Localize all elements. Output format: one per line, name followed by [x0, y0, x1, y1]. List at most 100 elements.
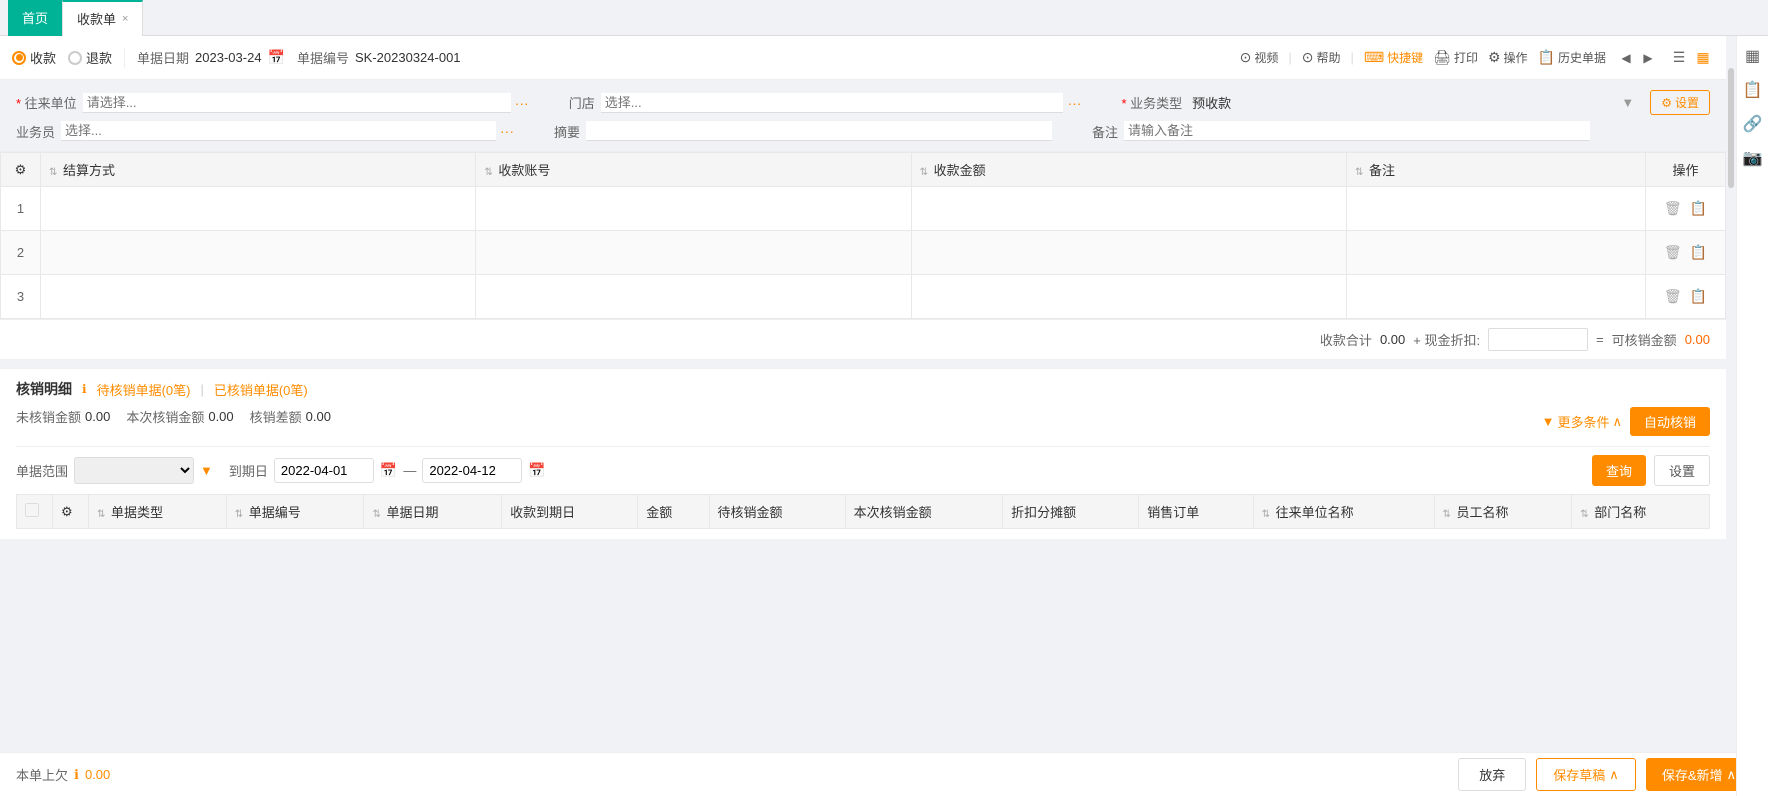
th-detail-settings[interactable]: ⚙: [53, 495, 89, 529]
calendar-icon[interactable]: 📅: [268, 49, 285, 66]
next-arrow[interactable]: ▶: [1638, 48, 1658, 68]
partner-field: 往来单位 ···: [16, 93, 529, 113]
summary-input[interactable]: [586, 121, 1052, 141]
detail-settings-icon[interactable]: ⚙: [61, 504, 73, 519]
tab-home[interactable]: 首页: [8, 0, 62, 36]
query-btn[interactable]: 查询: [1592, 455, 1646, 486]
tab-sep: |: [200, 382, 203, 397]
sidebar-doc-icon[interactable]: 📋: [1743, 80, 1763, 100]
copy-icon-1[interactable]: 📋: [1690, 200, 1707, 217]
staff-input[interactable]: [61, 121, 496, 141]
range-chevron[interactable]: ▼: [200, 463, 213, 478]
date-from-input[interactable]: [274, 458, 374, 483]
th-discount-share: 折扣分摊额: [1003, 495, 1139, 529]
ops-btn[interactable]: ⚙ 操作: [1488, 49, 1528, 66]
settlement-cell-3[interactable]: [41, 275, 476, 319]
remark-cell-2[interactable]: [1346, 231, 1645, 275]
unchecked-stat: 未核销金额 0.00: [16, 407, 110, 426]
discount-input[interactable]: [1488, 328, 1588, 351]
verify-info-icon[interactable]: ℹ: [82, 382, 87, 396]
row-num-2: 2: [1, 231, 41, 275]
amount-header: 收款金额: [934, 163, 986, 178]
scrollbar-thumb[interactable]: [1728, 68, 1734, 188]
summary-field: 摘要: [554, 121, 1052, 141]
bottom-info-icon[interactable]: ℹ: [74, 767, 79, 783]
form-settings-btn[interactable]: ⚙ 设置: [1650, 90, 1710, 115]
copy-icon-3[interactable]: 📋: [1690, 288, 1707, 305]
amount-cell-2[interactable]: [911, 231, 1346, 275]
done-tab[interactable]: 已核销单据(0笔): [214, 380, 308, 399]
pending-tab[interactable]: 待核销单据(0笔): [97, 380, 191, 399]
print-icon: 🖨: [1433, 49, 1451, 66]
auto-verify-btn[interactable]: 自动核销: [1630, 407, 1710, 436]
verify-settings-btn[interactable]: 设置: [1654, 455, 1710, 486]
shortcut-btn[interactable]: ⌨ 快捷键: [1364, 49, 1423, 66]
receipt-radio[interactable]: 收款: [12, 48, 56, 67]
biz-type-chevron[interactable]: ▼: [1621, 95, 1634, 110]
toolbar: 收款 退款 单据日期 2023-03-24 📅 单据编号 SK-20230324…: [0, 36, 1726, 80]
pending-tab-label: 待核销单据(0笔): [97, 383, 191, 398]
amount-cell-3[interactable]: [911, 275, 1346, 319]
settlement-cell-2[interactable]: [41, 231, 476, 275]
amount-cell-1[interactable]: [911, 187, 1346, 231]
select-all-checkbox[interactable]: [25, 503, 39, 517]
remark-header: 备注: [1369, 163, 1395, 178]
account-cell-3[interactable]: [476, 275, 911, 319]
grid-icon[interactable]: ▦: [1692, 47, 1714, 69]
list-icon[interactable]: ☰: [1668, 47, 1690, 69]
prev-arrow[interactable]: ◀: [1616, 48, 1636, 68]
toolbar-right: ⊙ 视频 | ⊙ 帮助 | ⌨ 快捷键 🖨 打印 ⚙ 操作 📋: [1240, 47, 1714, 69]
date-to-input[interactable]: [422, 458, 522, 483]
diff-stat: 核销差额 0.00: [250, 407, 331, 426]
help-btn[interactable]: ⊙ 帮助: [1302, 49, 1341, 66]
save-draft-btn[interactable]: 保存草稿 ∧: [1536, 758, 1636, 791]
date-value: 2023-03-24: [195, 50, 262, 65]
table-settings-icon[interactable]: ⚙: [15, 162, 27, 177]
table-header-row: ⚙ ⇅ 结算方式 ⇅ 收款账号 ⇅ 收款金额 ⇅: [1, 153, 1726, 187]
print-btn[interactable]: 🖨 打印: [1433, 49, 1478, 66]
copy-icon-2[interactable]: 📋: [1690, 244, 1707, 261]
remark-cell-1[interactable]: [1346, 187, 1645, 231]
sort-dept: ⇅: [1580, 509, 1588, 520]
scrollbar-area[interactable]: [1726, 36, 1736, 796]
store-more-icon[interactable]: ···: [1067, 95, 1081, 111]
calendar-to-icon[interactable]: 📅: [528, 462, 545, 479]
settlement-cell-1[interactable]: [41, 187, 476, 231]
ops-cell-3: 🗑 📋: [1646, 275, 1726, 319]
save-draft-label: 保存草稿: [1553, 765, 1605, 784]
dept-name-header: 部门名称: [1594, 505, 1646, 520]
delete-icon-1[interactable]: 🗑: [1664, 200, 1682, 217]
sidebar-link-icon[interactable]: 🔗: [1743, 114, 1763, 134]
tab-close-icon[interactable]: ×: [122, 13, 128, 25]
delete-icon-3[interactable]: 🗑: [1664, 288, 1682, 305]
abandon-btn[interactable]: 放弃: [1458, 758, 1526, 791]
partner-more-icon[interactable]: ···: [515, 95, 529, 111]
th-settings[interactable]: ⚙: [1, 153, 41, 187]
sidebar-camera-icon[interactable]: 📷: [1743, 148, 1763, 168]
th-checkbox[interactable]: [17, 495, 53, 529]
staff-field: 业务员 ···: [16, 121, 514, 141]
biz-type-field: 业务类型 预收款 ▼: [1121, 91, 1634, 114]
delete-icon-2[interactable]: 🗑: [1664, 244, 1682, 261]
sidebar-table-icon[interactable]: ▦: [1745, 46, 1760, 66]
account-cell-1[interactable]: [476, 187, 911, 231]
calendar-from-icon[interactable]: 📅: [380, 462, 397, 479]
staff-more-icon[interactable]: ···: [500, 123, 514, 139]
history-btn[interactable]: 📋 历史单据: [1538, 49, 1606, 66]
remark-input[interactable]: [1124, 121, 1590, 141]
refund-radio[interactable]: 退款: [68, 48, 112, 67]
store-input[interactable]: [601, 93, 1064, 113]
shortcut-label: 快捷键: [1387, 49, 1423, 66]
remark-cell-3[interactable]: [1346, 275, 1645, 319]
video-btn[interactable]: ⊙ 视频: [1240, 49, 1279, 66]
partner-input[interactable]: [83, 93, 511, 113]
more-conditions-btn[interactable]: ▼ 更多条件 ∧: [1542, 412, 1622, 431]
summary-label: 摘要: [554, 122, 580, 141]
range-select[interactable]: [74, 457, 194, 484]
th-doc-num: ⇅ 单据编号: [226, 495, 364, 529]
tab-receipt[interactable]: 收款单 ×: [62, 0, 143, 36]
verify-settings-label: 设置: [1669, 464, 1695, 479]
nav-arrows: ◀ ▶: [1616, 48, 1658, 68]
th-amount: ⇅ 收款金额: [911, 153, 1346, 187]
account-cell-2[interactable]: [476, 231, 911, 275]
